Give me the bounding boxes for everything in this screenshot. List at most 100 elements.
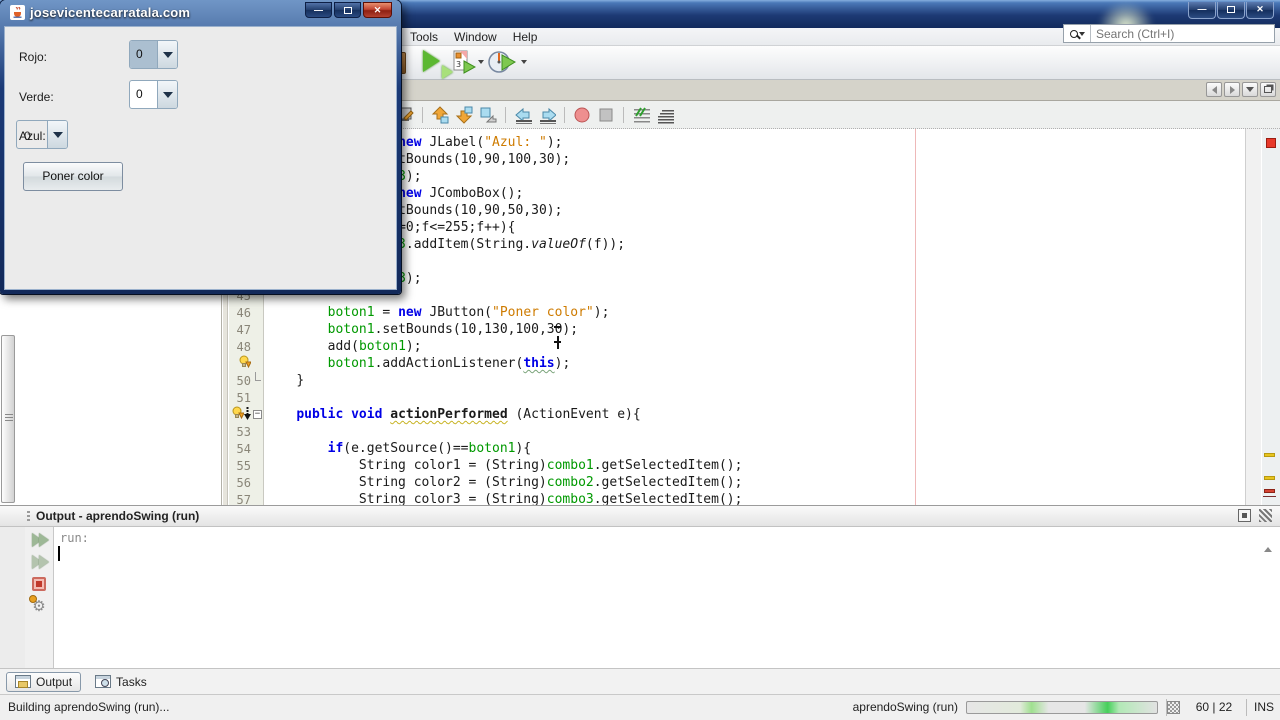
code-line[interactable]: String color1 = (String)combo1.getSelect… — [265, 457, 1245, 474]
previous-bookmark-icon[interactable] — [431, 106, 449, 124]
warning-mark[interactable] — [1264, 476, 1275, 480]
close-button[interactable]: ✕ — [1246, 2, 1274, 19]
maximize-output-icon[interactable] — [1238, 509, 1251, 522]
quick-search — [1063, 24, 1275, 43]
code-editor[interactable]: label3 = new JLabel("Azul: "); label3.se… — [265, 129, 1245, 505]
editor-scrollbar[interactable] — [1245, 129, 1261, 505]
dialog-restore-button[interactable] — [334, 2, 361, 18]
comment-icon[interactable] — [632, 106, 650, 124]
gutter-line[interactable]: 50 — [229, 372, 263, 389]
rojo-combobox[interactable]: 0 — [129, 40, 178, 69]
code-line[interactable]: combo3 = new JComboBox(); — [265, 185, 1245, 202]
bottom-tabs: Output Tasks — [0, 668, 1280, 694]
code-line[interactable]: combo3.addItem(String.valueOf(f)); — [265, 236, 1245, 253]
code-line[interactable]: add(boton1); — [265, 338, 1245, 355]
scroll-tabs-left-button[interactable] — [1206, 82, 1222, 97]
code-line[interactable]: label3 = new JLabel("Azul: "); — [265, 134, 1245, 151]
dialog-close-button[interactable]: ✕ — [363, 2, 392, 18]
error-stripe[interactable] — [1262, 129, 1280, 505]
drag-grip-icon[interactable] — [27, 511, 30, 523]
uncomment-icon[interactable] — [656, 106, 674, 124]
shift-right-icon[interactable] — [538, 106, 556, 124]
rerun-button[interactable] — [29, 531, 49, 549]
gutter-line[interactable]: 56 — [229, 474, 263, 491]
rerun-with-options-button[interactable] — [29, 553, 49, 571]
gutter-line[interactable]: − — [229, 406, 263, 423]
stop-macro-icon[interactable] — [597, 106, 615, 124]
rojo-dropdown-button[interactable] — [157, 41, 177, 68]
process-list-icon[interactable] — [1167, 701, 1180, 714]
status-message: Building aprendoSwing (run)... — [8, 700, 170, 714]
scroll-tabs-right-button[interactable] — [1224, 82, 1240, 97]
run-button[interactable] — [423, 50, 453, 79]
code-line[interactable] — [265, 389, 1245, 406]
status-task-label: aprendoSwing (run) — [852, 700, 958, 714]
verde-combobox[interactable]: 0 — [129, 80, 178, 109]
stop-process-button[interactable] — [29, 575, 49, 593]
ant-settings-button[interactable]: ⚙ — [29, 595, 49, 615]
verde-dropdown-button[interactable] — [157, 81, 177, 108]
menu-window[interactable]: Window — [446, 29, 505, 45]
poner-color-button[interactable]: Poner color — [23, 162, 123, 191]
gutter-line[interactable]: 54 — [229, 440, 263, 457]
toggle-bookmark-icon[interactable] — [479, 106, 497, 124]
gutter-line[interactable]: 57 — [229, 491, 263, 506]
code-line[interactable]: boton1.addActionListener(this); — [265, 355, 1245, 372]
gutter-line[interactable]: 55 — [229, 457, 263, 474]
output-header[interactable]: Output - aprendoSwing (run) — [0, 505, 1280, 527]
error-status-icon[interactable] — [1266, 138, 1276, 148]
code-line[interactable]: String color3 = (String)combo3.getSelect… — [265, 491, 1245, 505]
close-output-icon[interactable] — [1259, 509, 1272, 522]
svg-text:3: 3 — [456, 60, 461, 69]
shift-left-icon[interactable] — [514, 106, 532, 124]
error-mark[interactable] — [1264, 489, 1275, 493]
fold-collapse-box[interactable]: − — [253, 410, 262, 419]
gutter-line[interactable]: 51 — [229, 389, 263, 406]
rojo-value: 0 — [130, 41, 157, 68]
menu-tools[interactable]: Tools — [402, 29, 446, 45]
code-line[interactable]: add(label3); — [265, 168, 1245, 185]
dialog-minimize-button[interactable]: — — [305, 2, 332, 18]
code-line[interactable]: boton1 = new JButton("Poner color"); — [265, 304, 1245, 321]
code-line[interactable]: label3.setBounds(10,90,100,30); — [265, 151, 1245, 168]
debug-button[interactable]: 3 — [452, 49, 477, 78]
gutter-line[interactable]: 53 — [229, 423, 263, 440]
gutter-line[interactable]: 48 — [229, 338, 263, 355]
azul-dropdown-button[interactable] — [47, 121, 67, 148]
tab-tasks[interactable]: Tasks — [87, 672, 155, 692]
tab-list-dropdown-button[interactable] — [1242, 82, 1258, 97]
menu-help[interactable]: Help — [505, 29, 546, 45]
restore-button[interactable] — [1217, 2, 1245, 19]
code-line[interactable]: for(int f=0;f<=255;f++){ — [265, 219, 1245, 236]
debug-dropdown-arrow[interactable] — [478, 60, 484, 64]
minimize-button[interactable]: — — [1188, 2, 1216, 19]
next-bookmark-icon[interactable] — [455, 106, 473, 124]
search-icon[interactable] — [1064, 25, 1091, 42]
profile-button[interactable] — [488, 49, 517, 78]
search-input[interactable] — [1091, 25, 1274, 42]
output-scroll-up-icon[interactable] — [1264, 533, 1272, 552]
code-line[interactable]: } — [265, 372, 1245, 389]
tab-output[interactable]: Output — [6, 671, 82, 692]
code-line[interactable]: if(e.getSource()==boton1){ — [265, 440, 1245, 457]
code-line[interactable] — [265, 287, 1245, 304]
maximize-editor-button[interactable] — [1260, 82, 1276, 97]
code-line[interactable]: String color2 = (String)combo2.getSelect… — [265, 474, 1245, 491]
code-line[interactable]: combo3.setBounds(10,90,50,30); — [265, 202, 1245, 219]
warning-mark[interactable] — [1264, 453, 1275, 457]
profile-dropdown-arrow[interactable] — [521, 60, 527, 64]
code-line[interactable]: public void actionPerformed (ActionEvent… — [265, 406, 1245, 423]
output-console[interactable]: run: — [54, 527, 1280, 668]
azul-label: Azul: — [19, 129, 46, 143]
gutter-line[interactable] — [229, 355, 263, 372]
code-line[interactable]: add(combo3); — [265, 270, 1245, 287]
gutter-line[interactable]: 46 — [229, 304, 263, 321]
code-line[interactable] — [265, 423, 1245, 440]
profile-icon — [488, 51, 517, 73]
record-macro-icon[interactable] — [573, 106, 591, 124]
code-line[interactable]: boton1.setBounds(10,130,100,30); — [265, 321, 1245, 338]
scrollbar-thumb[interactable] — [1, 335, 15, 503]
swing-dialog[interactable]: josevicentecarratala.com — ✕ Rojo: 0 Ver… — [0, 0, 401, 294]
code-line[interactable]: } — [265, 253, 1245, 270]
gutter-line[interactable]: 47 — [229, 321, 263, 338]
